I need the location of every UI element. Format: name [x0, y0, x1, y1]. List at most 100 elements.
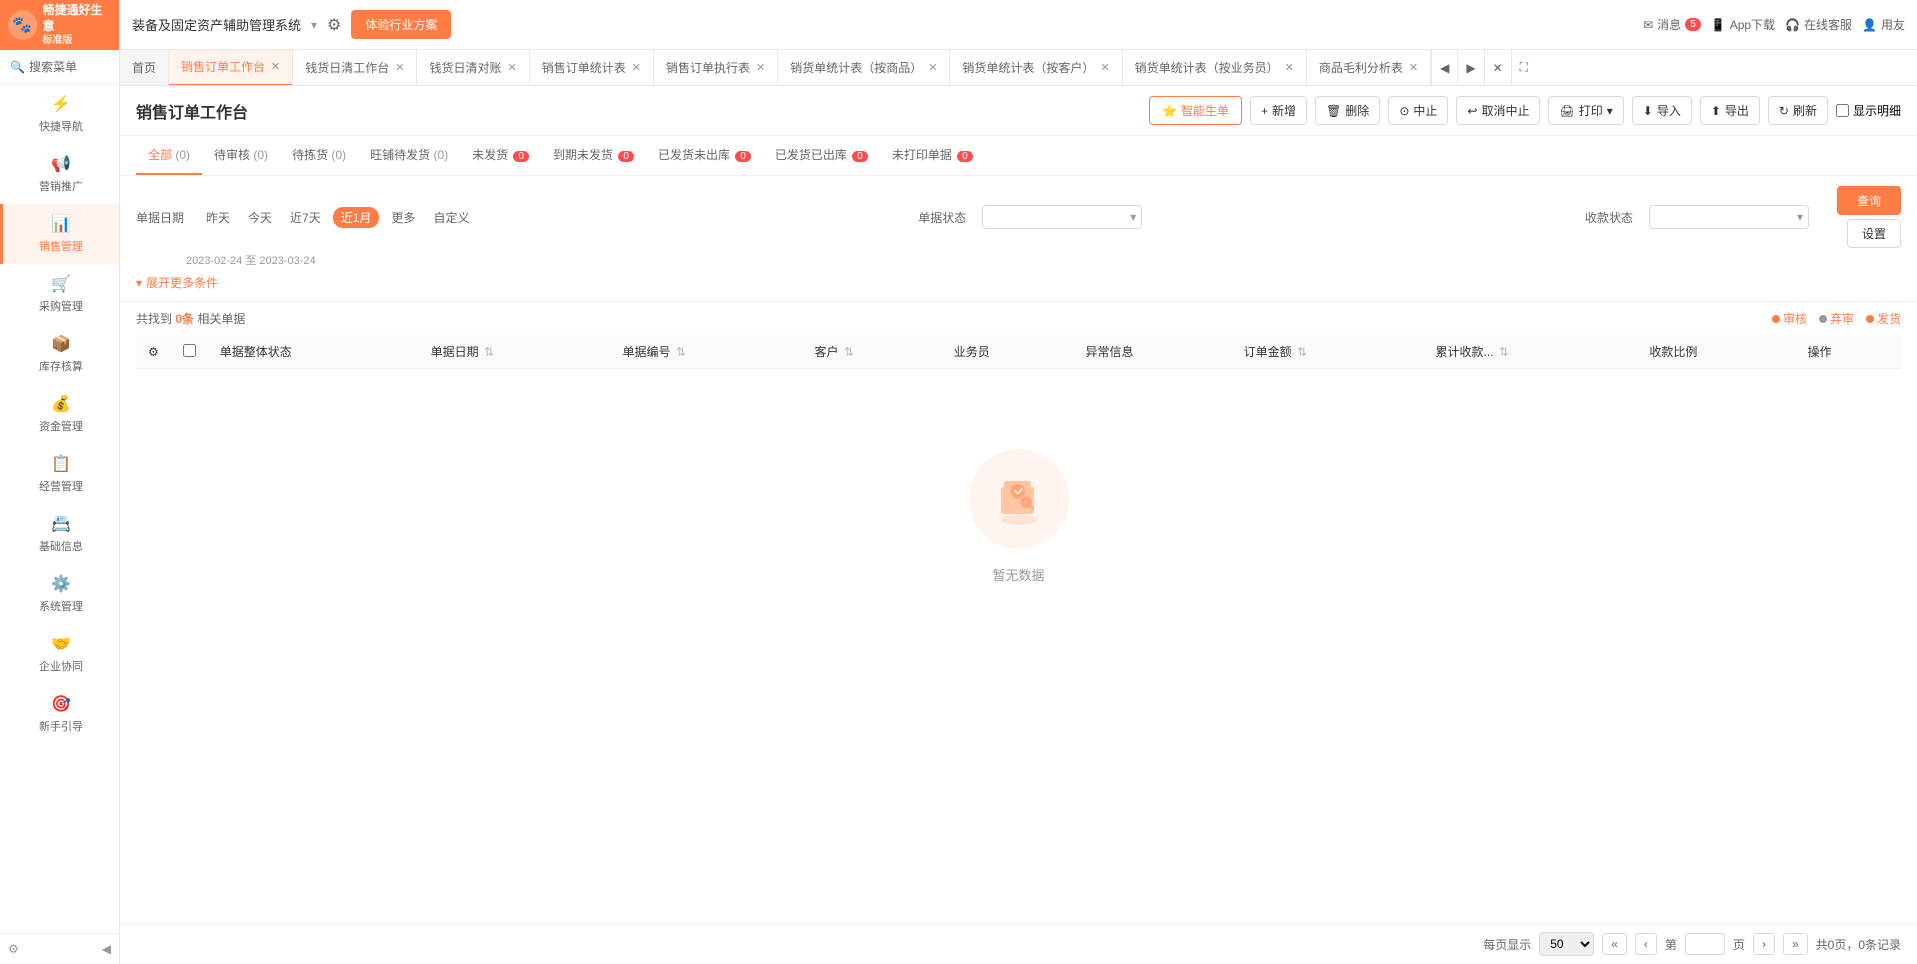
next-page-btn[interactable]: › — [1753, 933, 1775, 955]
print-btn[interactable]: 🖨 打印 ▾ — [1548, 96, 1623, 125]
sidebar-item-marketing[interactable]: 📢 营销推广 — [0, 144, 119, 204]
tab-cash-daily[interactable]: 钱货日清工作台 ✕ — [293, 50, 417, 86]
smart-btn[interactable]: ⭐ 智能生单 — [1149, 96, 1242, 125]
set-btn[interactable]: 设置 — [1847, 219, 1901, 248]
tab-close-cash-daily[interactable]: ✕ — [395, 61, 404, 74]
subtab-shipped-out[interactable]: 已发货已出库 0 — [763, 136, 880, 175]
add-btn[interactable]: + 新增 — [1250, 96, 1307, 125]
subtab-all[interactable]: 全部 (0) — [136, 136, 202, 175]
sidebar-item-system[interactable]: ⚙️ 系统管理 — [0, 564, 119, 624]
tab-close-cash-reconcile[interactable]: ✕ — [508, 61, 517, 74]
sort-amount-icon[interactable]: ⇅ — [1297, 345, 1307, 359]
tab-close-gross[interactable]: ✕ — [1409, 61, 1418, 74]
date-btn-7days[interactable]: 近7天 — [284, 207, 327, 228]
settings-btn[interactable]: ⚙ — [327, 15, 341, 35]
tab-sales-stat[interactable]: 销售订单统计表 ✕ — [530, 50, 654, 86]
sidebar-item-enterprise[interactable]: 🤝 企业协同 — [0, 624, 119, 684]
sidebar-item-finance[interactable]: 💰 资金管理 — [0, 384, 119, 444]
tab-prev-arrow[interactable]: ◀ — [1431, 50, 1457, 86]
sidebar-item-purchase[interactable]: 🛒 采购管理 — [0, 264, 119, 324]
tab-home[interactable]: 首页 — [120, 50, 169, 86]
status-filter-select[interactable] — [982, 205, 1142, 229]
collapse-icon[interactable]: ◀ — [102, 942, 111, 956]
table-scroll-area: ⚙ 单据整体状态 单据日期 ⇅ — [136, 335, 1901, 369]
app-download-btn[interactable]: 📱 App下载 — [1711, 16, 1775, 33]
subtab-wangpu[interactable]: 旺铺待发货 (0) — [358, 136, 460, 175]
tab-close-customer[interactable]: ✕ — [1100, 61, 1109, 74]
tab-maximize[interactable]: ⛶ — [1511, 50, 1536, 86]
subtab-shipped-not-out[interactable]: 已发货未出库 0 — [646, 136, 763, 175]
tab-cash-reconcile[interactable]: 钱货日清对账 ✕ — [417, 50, 529, 86]
th-collected[interactable]: 累计收款... ⇅ — [1424, 335, 1638, 369]
page-input[interactable]: 1 — [1685, 933, 1725, 955]
sidebar-item-quick-nav[interactable]: ⚡ 快捷导航 — [0, 84, 119, 144]
date-btn-more[interactable]: 更多 — [385, 207, 421, 228]
system-dropdown-icon[interactable]: ▾ — [311, 18, 317, 32]
status-filter-label: 单据状态 — [918, 209, 966, 226]
first-page-btn[interactable]: « — [1602, 933, 1627, 955]
sidebar-item-inventory[interactable]: 📦 库存核算 — [0, 324, 119, 384]
cancel-stop-btn[interactable]: ↩ 取消中止 — [1456, 96, 1540, 125]
search-menu[interactable]: 🔍 搜索菜单 — [0, 50, 119, 84]
sort-collected-icon[interactable]: ⇅ — [1499, 345, 1509, 359]
review-action[interactable]: 审核 — [1772, 310, 1807, 327]
operations-icon: 📋 — [51, 454, 71, 474]
subtab-not-shipped[interactable]: 未发货 0 — [460, 136, 541, 175]
ship-action[interactable]: 发货 — [1866, 310, 1901, 327]
th-amount[interactable]: 订单金额 ⇅ — [1232, 335, 1424, 369]
th-number[interactable]: 单据编号 ⇅ — [611, 335, 803, 369]
tab-close-product[interactable]: ✕ — [928, 61, 937, 74]
online-service-btn[interactable]: 🎧 在线客服 — [1785, 16, 1852, 33]
user-btn[interactable]: 👤 用友 — [1862, 16, 1905, 33]
subtab-pending-review[interactable]: 待审核 (0) — [202, 136, 280, 175]
show-detail-checkbox[interactable] — [1836, 104, 1849, 117]
tab-close-staff[interactable]: ✕ — [1285, 61, 1294, 74]
expand-conditions[interactable]: ▾ 展开更多条件 — [136, 274, 1901, 291]
tab-close-sales-stat[interactable]: ✕ — [632, 61, 641, 74]
tab-close-sales-exec[interactable]: ✕ — [756, 61, 765, 74]
cancel-action[interactable]: 弃审 — [1819, 310, 1854, 327]
prev-page-btn[interactable]: ‹ — [1635, 933, 1657, 955]
tab-sales-stat-staff[interactable]: 销货单统计表（按业务员） ✕ — [1123, 50, 1307, 86]
settings-icon[interactable]: ⚙ — [8, 942, 19, 956]
sidebar-item-basic-info[interactable]: 📇 基础信息 — [0, 504, 119, 564]
tab-close-sales-workbench[interactable]: ✕ — [271, 60, 280, 73]
date-btn-custom[interactable]: 自定义 — [427, 207, 475, 228]
th-settings[interactable]: ⚙ — [136, 335, 171, 369]
subtab-not-printed[interactable]: 未打印单据 0 — [880, 136, 985, 175]
payment-filter-select[interactable] — [1649, 205, 1809, 229]
message-btn[interactable]: ✉ 消息 5 — [1643, 16, 1701, 33]
tab-sales-exec[interactable]: 销售订单执行表 ✕ — [654, 50, 778, 86]
delete-btn[interactable]: 🗑 删除 — [1315, 96, 1380, 125]
last-page-btn[interactable]: » — [1783, 933, 1808, 955]
th-checkbox[interactable] — [171, 335, 208, 369]
select-all-checkbox[interactable] — [183, 344, 196, 357]
subtab-pending-inspect[interactable]: 待拣货 (0) — [280, 136, 358, 175]
sort-date-icon[interactable]: ⇅ — [484, 345, 494, 359]
tab-gross-profit[interactable]: 商品毛利分析表 ✕ — [1307, 50, 1431, 86]
solution-btn[interactable]: 体验行业方案 — [351, 10, 451, 39]
subtab-expired-not-shipped[interactable]: 到期未发货 0 — [541, 136, 646, 175]
date-btn-1month[interactable]: 近1月 — [333, 207, 380, 228]
tab-sales-workbench[interactable]: 销售订单工作台 ✕ — [169, 50, 293, 86]
stop-btn[interactable]: ⊙ 中止 — [1388, 96, 1448, 125]
sidebar-item-operations[interactable]: 📋 经营管理 — [0, 444, 119, 504]
tab-sales-stat-customer[interactable]: 销货单统计表（按客户） ✕ — [950, 50, 1122, 86]
export-btn[interactable]: ⬆ 导出 — [1700, 96, 1760, 125]
tab-close-all[interactable]: ✕ — [1484, 50, 1511, 86]
tab-next-arrow[interactable]: ▶ — [1457, 50, 1483, 86]
query-btn[interactable]: 查询 — [1837, 186, 1901, 215]
import-btn[interactable]: ⬇ 导入 — [1632, 96, 1692, 125]
show-detail-label[interactable]: 显示明细 — [1836, 102, 1901, 119]
sidebar-item-guide[interactable]: 🎯 新手引导 — [0, 684, 119, 744]
sort-customer-icon[interactable]: ⇅ — [844, 345, 854, 359]
date-btn-yesterday[interactable]: 昨天 — [200, 207, 236, 228]
th-date[interactable]: 单据日期 ⇅ — [419, 335, 611, 369]
per-page-select[interactable]: 50 100 200 — [1539, 932, 1594, 956]
sort-number-icon[interactable]: ⇅ — [676, 345, 686, 359]
th-customer[interactable]: 客户 ⇅ — [802, 335, 941, 369]
date-btn-today[interactable]: 今天 — [242, 207, 278, 228]
tab-sales-stat-product[interactable]: 销货单统计表（按商品） ✕ — [778, 50, 950, 86]
refresh-btn[interactable]: ↻ 刷新 — [1768, 96, 1828, 125]
sidebar-item-sales[interactable]: 📊 销售管理 — [0, 204, 119, 264]
